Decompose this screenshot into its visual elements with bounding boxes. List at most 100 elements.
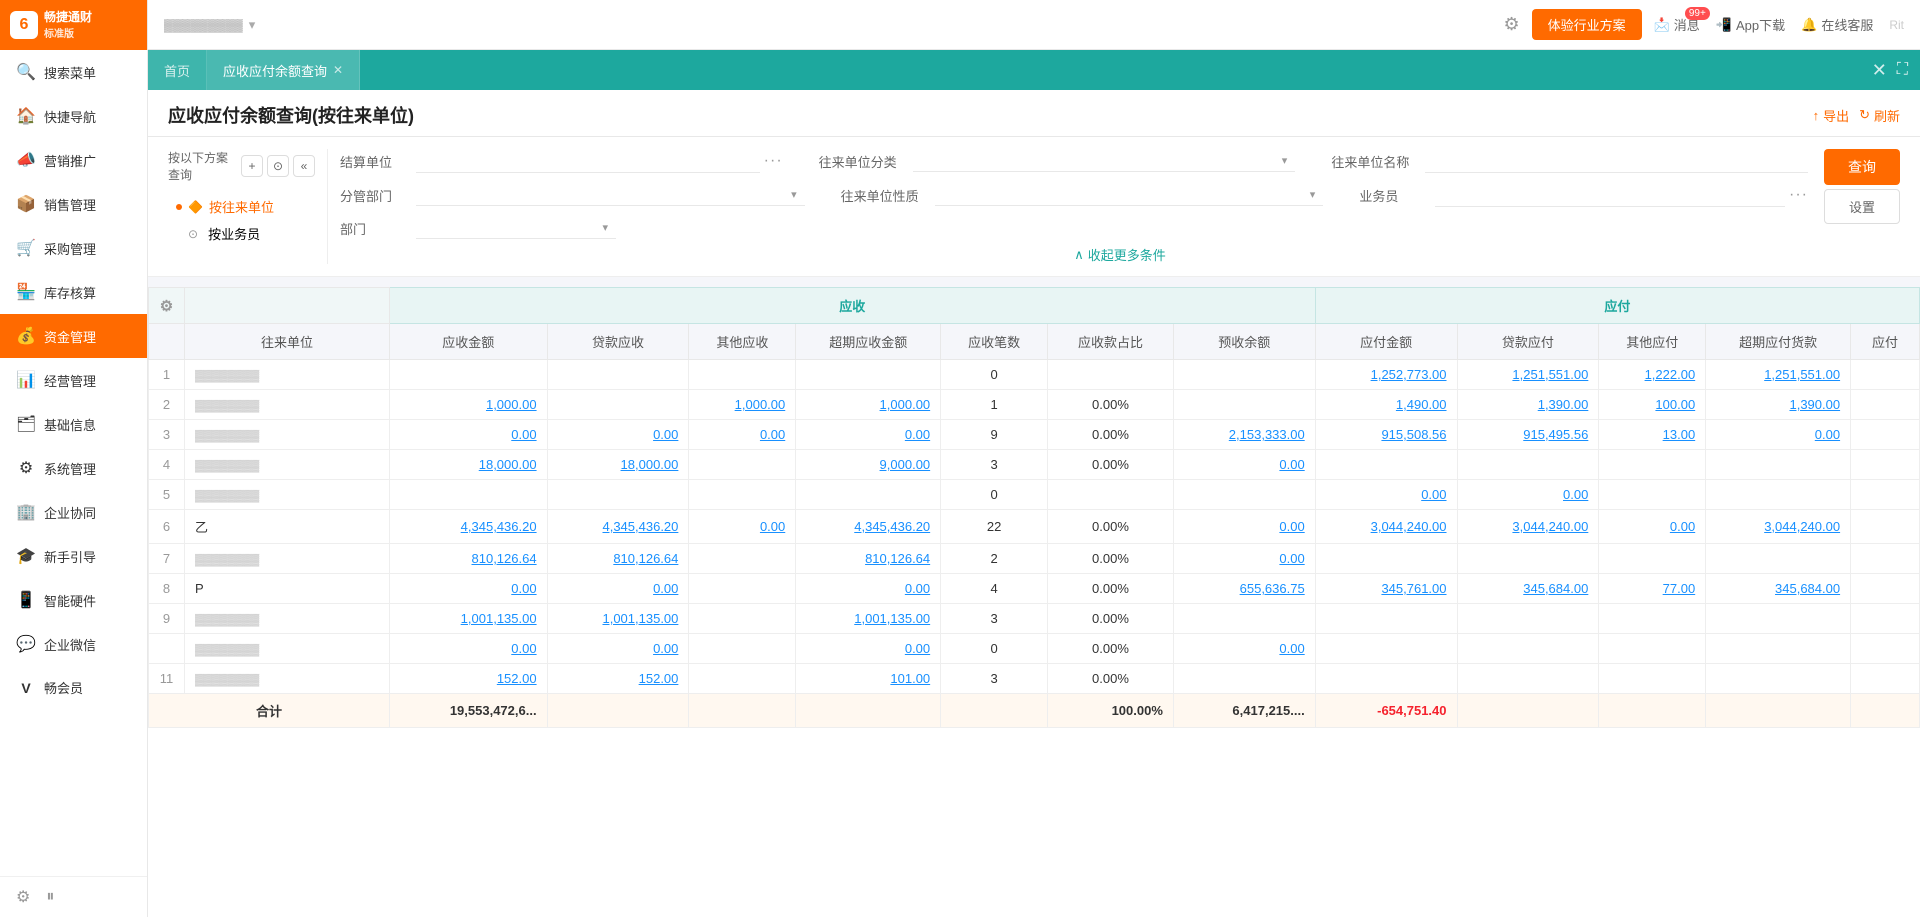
notice-btn[interactable]: 📩 消息 99+ (1654, 15, 1700, 34)
filter-bumen[interactable]: ▾ (416, 217, 616, 239)
yingfu_je-cell[interactable]: 0.00 (1315, 480, 1457, 510)
sidebar-item-operations[interactable]: 📊 经营管理 (0, 358, 147, 402)
sidebar-item-base-info[interactable]: 🗂 基础信息 (0, 402, 147, 446)
yushou_yu_e-cell[interactable]: 0.00 (1173, 634, 1315, 664)
chaoqi_yingshou_je-cell[interactable]: 1,001,135.00 (796, 604, 941, 634)
yushou_yu_e-cell[interactable]: 0.00 (1173, 450, 1315, 480)
sidebar-item-enterprise[interactable]: 🏢 企业协同 (0, 490, 147, 534)
chaoqi_yingshou_je-cell[interactable]: 0.00 (796, 634, 941, 664)
qita_yingfu-cell[interactable]: 100.00 (1599, 390, 1706, 420)
daikuan_yingfu-cell[interactable]: 0.00 (1457, 480, 1599, 510)
daikuan_yingshou-cell[interactable]: 0.00 (547, 574, 689, 604)
online-service-btn[interactable]: 🔔 在线客服 (1801, 15, 1873, 34)
yingshou_je-cell[interactable]: 0.00 (389, 420, 547, 450)
daikuan_yingfu-cell[interactable]: 1,390.00 (1457, 390, 1599, 420)
daikuan_yingshou-cell[interactable]: 810,126.64 (547, 544, 689, 574)
yingshou_je-cell[interactable]: 810,126.64 (389, 544, 547, 574)
yingshou_je-cell[interactable]: 4,345,436.20 (389, 510, 547, 544)
scheme-collapse-icon[interactable]: « (293, 155, 315, 177)
filter-wanglai-xingzhi[interactable]: ▾ (935, 184, 1324, 206)
topbar-settings-icon[interactable]: ⚙ (1503, 14, 1519, 35)
yingshou_je-cell[interactable]: 1,000.00 (389, 390, 547, 420)
tab-maximize-icon[interactable]: ⛶ (1897, 61, 1908, 79)
collapse-more-btn[interactable]: ∧ 收起更多条件 (340, 239, 1900, 264)
jiesuan-dots-icon[interactable]: ··· (764, 152, 783, 170)
scheme-edit-icon[interactable]: ⊙ (267, 155, 289, 177)
app-download-btn[interactable]: 📲 App下载 (1716, 15, 1785, 34)
daikuan_yingshou-cell[interactable]: 18,000.00 (547, 450, 689, 480)
sidebar-item-weixin[interactable]: 💬 企业微信 (0, 622, 147, 666)
qita_yingfu-cell[interactable]: 0.00 (1599, 510, 1706, 544)
tab-close-icon[interactable]: ✕ (333, 63, 343, 77)
daikuan_yingfu-cell[interactable]: 915,495.56 (1457, 420, 1599, 450)
yewuyuan-input[interactable] (1435, 183, 1785, 207)
yingfu_je-cell[interactable]: 1,490.00 (1315, 390, 1457, 420)
scheme-yewuyuan[interactable]: ⊙ 按业务员 (168, 220, 315, 247)
chaoqi_yingshou_je-cell[interactable]: 101.00 (796, 664, 941, 694)
sidebar-item-newbie[interactable]: 🎓 新手引导 (0, 534, 147, 578)
daikuan_yingfu-cell[interactable]: 1,251,551.00 (1457, 360, 1599, 390)
yingshou_je-cell[interactable]: 0.00 (389, 634, 547, 664)
breadcrumb-dropdown-icon[interactable]: ▾ (249, 17, 256, 33)
query-button[interactable]: 查询 (1824, 149, 1900, 185)
daikuan_yingshou-cell[interactable]: 152.00 (547, 664, 689, 694)
tab-query[interactable]: 应收应付余额查询 ✕ (207, 50, 360, 90)
yewuyuan-dots-icon[interactable]: ··· (1789, 186, 1808, 204)
yushou_yu_e-cell[interactable]: 0.00 (1173, 510, 1315, 544)
chaoqi_yingshou_je-cell[interactable]: 0.00 (796, 420, 941, 450)
sidebar-item-smart-hw[interactable]: 📱 智能硬件 (0, 578, 147, 622)
refresh-button[interactable]: ↻ 刷新 (1859, 106, 1900, 125)
table-settings-icon[interactable]: ⚙ (160, 297, 173, 315)
tab-home[interactable]: 首页 (148, 50, 207, 90)
export-button[interactable]: ↑ 导出 (1813, 106, 1850, 125)
yingshou_je-cell[interactable]: 152.00 (389, 664, 547, 694)
yingfu_je-cell[interactable]: 1,252,773.00 (1315, 360, 1457, 390)
chaoqi_yingfu_kuan-cell[interactable]: 1,390.00 (1706, 390, 1851, 420)
daikuan_yingshou-cell[interactable]: 0.00 (547, 420, 689, 450)
yingshou_je-cell[interactable]: 0.00 (389, 574, 547, 604)
chaoqi_yingshou_je-cell[interactable]: 0.00 (796, 574, 941, 604)
filter-fenguan-bumen[interactable]: ▾ (416, 184, 805, 206)
qita_yingfu-cell[interactable]: 13.00 (1599, 420, 1706, 450)
sidebar-item-sales[interactable]: 📦 销售管理 (0, 182, 147, 226)
daikuan_yingshou-cell[interactable]: 4,345,436.20 (547, 510, 689, 544)
jiesuan-input[interactable] (416, 149, 760, 173)
yingfu_je-cell[interactable]: 915,508.56 (1315, 420, 1457, 450)
qita_yingshou-cell[interactable]: 1,000.00 (689, 390, 796, 420)
sidebar-item-search-menu[interactable]: 🔍 搜索菜单 (0, 50, 147, 94)
sidebar-item-quick-nav[interactable]: 🏠 快捷导航 (0, 94, 147, 138)
promo-button[interactable]: 体验行业方案 (1532, 9, 1642, 40)
settings-footer-icon[interactable]: ⚙ (16, 887, 30, 907)
qita_yingfu-cell[interactable]: 1,222.00 (1599, 360, 1706, 390)
table-wrapper[interactable]: ⚙ 应收 应付 往来单位 应收金额 贷款应收 其他应收 (148, 287, 1920, 728)
sidebar-item-fund[interactable]: 💰 资金管理 (0, 314, 147, 358)
yushou_yu_e-cell[interactable]: 2,153,333.00 (1173, 420, 1315, 450)
yingshou_je-cell[interactable]: 18,000.00 (389, 450, 547, 480)
sidebar-item-purchase[interactable]: 🛒 采购管理 (0, 226, 147, 270)
wanglai-name-input[interactable] (1425, 149, 1808, 173)
qita_yingshou-cell[interactable]: 0.00 (689, 420, 796, 450)
daikuan_yingfu-cell[interactable]: 345,684.00 (1457, 574, 1599, 604)
sidebar-item-marketing[interactable]: 📣 营销推广 (0, 138, 147, 182)
tab-close-window-icon[interactable]: ✕ (1872, 60, 1887, 81)
sidebar-item-vip[interactable]: V 畅会员 (0, 666, 147, 709)
chaoqi_yingfu_kuan-cell[interactable]: 3,044,240.00 (1706, 510, 1851, 544)
sidebar-item-system[interactable]: ⚙ 系统管理 (0, 446, 147, 490)
yingshou_je-cell[interactable]: 1,001,135.00 (389, 604, 547, 634)
chaoqi_yingfu_kuan-cell[interactable]: 345,684.00 (1706, 574, 1851, 604)
qita_yingfu-cell[interactable]: 77.00 (1599, 574, 1706, 604)
yingfu_je-cell[interactable]: 345,761.00 (1315, 574, 1457, 604)
chaoqi_yingshou_je-cell[interactable]: 9,000.00 (796, 450, 941, 480)
chaoqi_yingshou_je-cell[interactable]: 4,345,436.20 (796, 510, 941, 544)
daikuan_yingshou-cell[interactable]: 0.00 (547, 634, 689, 664)
daikuan_yingshou-cell[interactable]: 1,001,135.00 (547, 604, 689, 634)
chaoqi_yingfu_kuan-cell[interactable]: 1,251,551.00 (1706, 360, 1851, 390)
user-name[interactable]: Rit (1889, 18, 1904, 32)
qita_yingshou-cell[interactable]: 0.00 (689, 510, 796, 544)
chaoqi_yingfu_kuan-cell[interactable]: 0.00 (1706, 420, 1851, 450)
scheme-wanglai[interactable]: 🔶 按往来单位 (168, 193, 315, 220)
chaoqi_yingshou_je-cell[interactable]: 810,126.64 (796, 544, 941, 574)
yushou_yu_e-cell[interactable]: 0.00 (1173, 544, 1315, 574)
chaoqi_yingshou_je-cell[interactable]: 1,000.00 (796, 390, 941, 420)
scheme-add-icon[interactable]: + (241, 155, 263, 177)
